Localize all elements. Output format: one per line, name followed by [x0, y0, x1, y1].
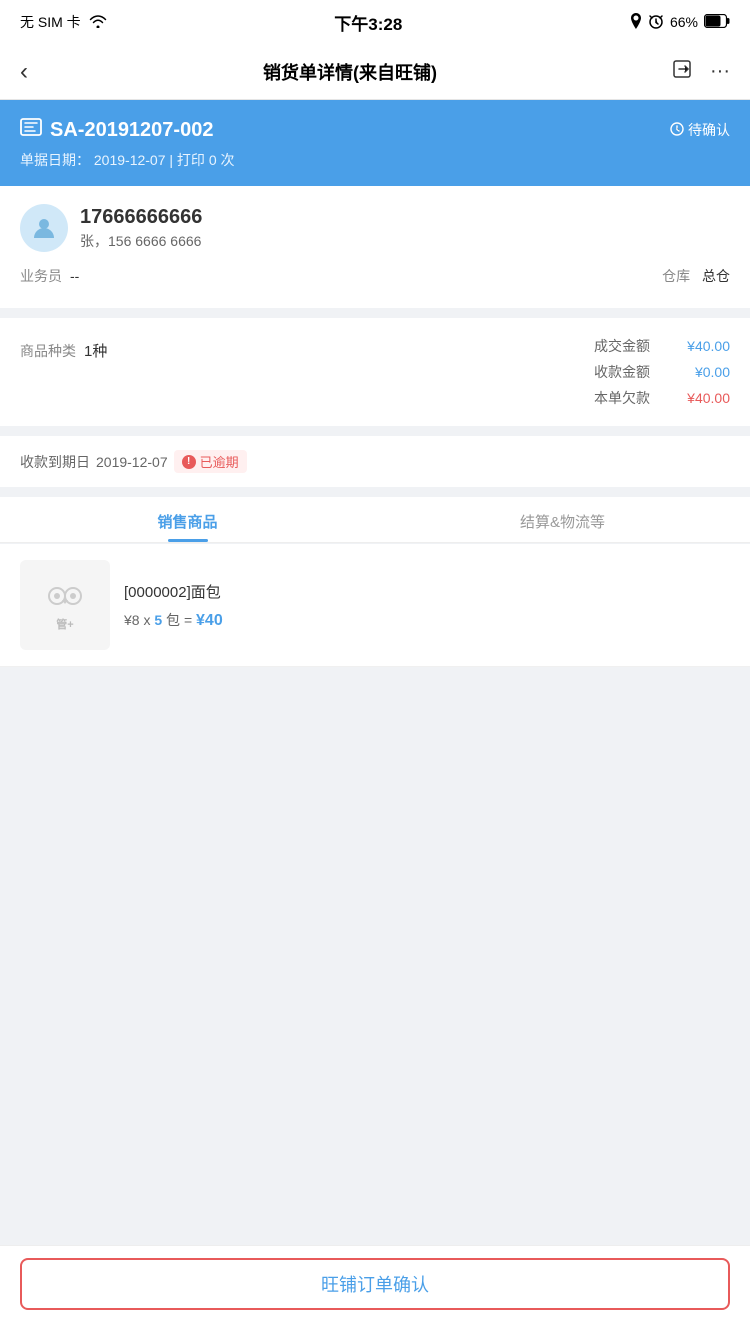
product-list: 管+ [0000002]面包 ¥8 x 5 包 = ¥40: [0, 544, 750, 667]
customer-sub-name: 张，156 6666 6666: [80, 231, 202, 251]
equals-sign: =: [184, 612, 196, 628]
bottom-area: [0, 667, 750, 927]
balance-row: 本单欠款 ¥40.00: [594, 388, 730, 408]
order-header: SA-20191207-002 待确认 单据日期： 2019-12-07 | 打…: [0, 100, 750, 186]
salesperson-row: 业务员 -- 仓库 总仓: [20, 262, 730, 290]
status-bar: 无 SIM 卡 下午3:28 66%: [0, 0, 750, 44]
order-id-icon: [20, 118, 42, 142]
sim-label: 无 SIM 卡: [20, 12, 81, 32]
clock-icon: [670, 122, 684, 139]
received-row: 收款金额 ¥0.00: [594, 362, 730, 382]
product-info: [0000002]面包 ¥8 x 5 包 = ¥40: [124, 581, 730, 630]
product-thumbnail: 管+: [20, 560, 110, 650]
nav-actions: ···: [672, 59, 730, 85]
bottom-button-area: 旺铺订单确认: [0, 1245, 750, 1334]
wifi-icon: [89, 14, 107, 31]
summary-right: 成交金额 ¥40.00 收款金额 ¥0.00 本单欠款 ¥40.00: [594, 336, 730, 408]
amount-row: 成交金额 ¥40.00: [594, 336, 730, 356]
status-time: 下午3:28: [334, 10, 402, 35]
table-row: 管+ [0000002]面包 ¥8 x 5 包 = ¥40: [0, 544, 750, 667]
product-thumb-label: 管+: [56, 616, 73, 632]
overdue-warning-icon: !: [182, 455, 196, 469]
more-icon[interactable]: ···: [710, 60, 730, 83]
salesperson-value: --: [70, 268, 79, 284]
page-title: 销货单详情(来自旺铺): [28, 59, 672, 85]
unit: 包: [166, 612, 180, 628]
type-value: 1种: [84, 340, 107, 361]
order-id: SA-20191207-002: [20, 118, 213, 142]
tab-settlement-logistics[interactable]: 结算&物流等: [375, 497, 750, 542]
order-date: 单据日期： 2019-12-07 | 打印 0 次: [20, 150, 730, 170]
share-icon[interactable]: [672, 59, 692, 85]
battery-icon: [704, 14, 730, 31]
tabs: 销售商品 结算&物流等: [0, 497, 750, 543]
multiply-sign: x: [143, 612, 154, 628]
order-status: 待确认: [670, 120, 730, 140]
quantity: 5: [154, 612, 162, 628]
back-button[interactable]: ‹: [20, 58, 28, 86]
type-label: 商品种类: [20, 341, 76, 361]
battery-percent: 66%: [670, 14, 698, 30]
avatar: [20, 204, 68, 252]
tab-sales-products[interactable]: 销售商品: [0, 497, 375, 542]
overdue-text: 已逾期: [200, 452, 239, 471]
location-icon: [630, 13, 642, 32]
product-price: ¥8 x 5 包 = ¥40: [124, 610, 730, 630]
due-label: 收款到期日: [20, 452, 90, 472]
status-left: 无 SIM 卡: [20, 12, 107, 32]
due-date-card: 收款到期日 2019-12-07 ! 已逾期: [0, 436, 750, 487]
unit-price: ¥8: [124, 612, 140, 628]
status-right: 66%: [630, 13, 730, 32]
customer-info-card: 17666666666 张，156 6666 6666 业务员 -- 仓库 总仓: [0, 186, 750, 308]
salesperson-label: 业务员: [20, 266, 62, 286]
alarm-icon: [648, 13, 664, 32]
overdue-badge: ! 已逾期: [174, 450, 247, 473]
due-date: 2019-12-07: [96, 454, 168, 470]
nav-bar: ‹ 销货单详情(来自旺铺) ···: [0, 44, 750, 100]
confirm-order-button[interactable]: 旺铺订单确认: [20, 1258, 730, 1310]
product-name: [0000002]面包: [124, 581, 730, 602]
customer-phone: 17666666666: [80, 206, 202, 229]
summary-card: 商品种类 1种 成交金额 ¥40.00 收款金额 ¥0.00 本单欠款 ¥40.…: [0, 318, 750, 426]
product-total: ¥40: [196, 612, 223, 629]
warehouse-label: 仓库: [662, 266, 690, 286]
warehouse-value: 总仓: [702, 266, 730, 286]
